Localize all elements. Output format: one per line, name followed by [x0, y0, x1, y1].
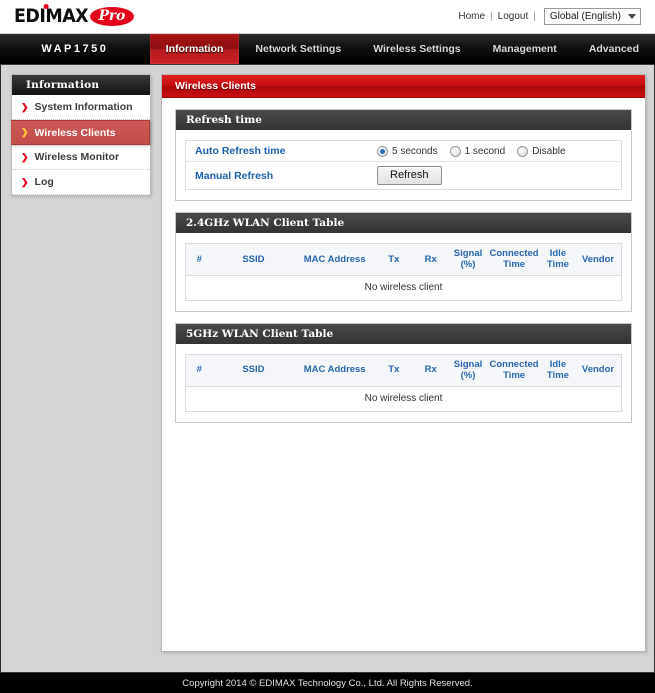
brand-wordmark: EDIMAX [14, 4, 89, 27]
nav-tab-management[interactable]: Management [477, 34, 573, 64]
auto-refresh-options-cell: 5 seconds 1 second Disable [368, 141, 622, 162]
sidebar-item-label: Wireless Monitor [34, 151, 120, 163]
sidebar-item-wireless-monitor[interactable]: ❯ Wireless Monitor [12, 145, 150, 170]
header-separator-2: | [533, 11, 536, 22]
chevron-down-icon [628, 14, 636, 19]
nav-tab-information[interactable]: Information [149, 34, 240, 64]
col-rx: Rx [412, 243, 449, 276]
refresh-time-section-body: Auto Refresh time 5 seconds 1 second Dis… [176, 130, 631, 200]
radio-label: Disable [532, 145, 566, 157]
col-idle-time: Idle Time [540, 243, 576, 276]
logout-link[interactable]: Logout [495, 11, 532, 22]
refresh-button[interactable]: Refresh [377, 166, 442, 185]
sidebar-item-wireless-clients[interactable]: ❯ Wireless Clients [11, 120, 150, 145]
nav-tab-wireless-settings[interactable]: Wireless Settings [357, 34, 476, 64]
refresh-time-section-title: Refresh time [176, 110, 631, 130]
col-signal-percent: Signal (%) [448, 243, 488, 276]
col-mac-address: MAC Address [294, 243, 376, 276]
sidebar-item-label: Log [34, 176, 54, 188]
copyright-text: Copyright 2014 © EDIMAX Technology Co., … [182, 677, 473, 689]
col-index: # [185, 243, 213, 276]
edimax-pro-logo: EDIMAX Pro [14, 4, 135, 29]
wlan-client-table-5ghz-section: 5GHz WLAN Client Table # SSID MAC Addres… [175, 322, 632, 423]
col-connected-time: Connected Time [487, 354, 541, 387]
chevron-right-icon: ❯ [21, 151, 29, 162]
home-link[interactable]: Home [455, 11, 488, 22]
col-connected-time: Connected Time [487, 243, 541, 276]
header-utility-links: Home | Logout | Global (English) [455, 8, 641, 25]
auto-refresh-row: Auto Refresh time 5 seconds 1 second Dis… [185, 141, 622, 162]
col-signal-percent: Signal (%) [448, 354, 488, 387]
device-model-label: WAP1750 [41, 43, 109, 55]
radio-1-second[interactable]: 1 second [449, 145, 506, 157]
table-header-row: # SSID MAC Address Tx Rx Signal (%) Conn… [185, 354, 622, 387]
table-header-row: # SSID MAC Address Tx Rx Signal (%) Conn… [185, 243, 622, 276]
main-content-panel: Wireless Clients Refresh time Auto Refre… [161, 74, 646, 652]
table-body: No wireless client [185, 386, 622, 412]
page-body: Information ❯ System Information ❯ Wirel… [0, 65, 655, 672]
radio-label: 1 second [464, 145, 506, 157]
radio-disable[interactable]: Disable [517, 145, 566, 157]
nav-tab-network-settings[interactable]: Network Settings [239, 34, 357, 64]
wlan-client-table-2-4ghz-body: # SSID MAC Address Tx Rx Signal (%) Conn… [176, 233, 631, 311]
col-mac-address: MAC Address [294, 354, 376, 387]
table-body: No wireless client [185, 275, 622, 301]
radio-dot-icon [517, 145, 529, 157]
table-header: # SSID MAC Address Tx Rx Signal (%) Conn… [185, 354, 622, 387]
table-row: No wireless client [185, 275, 622, 301]
col-tx: Tx [375, 354, 413, 387]
chevron-right-icon: ❯ [21, 176, 29, 187]
radio-dot-icon [377, 145, 388, 157]
wlan-client-table-2-4ghz-section: 2.4GHz WLAN Client Table # SSID MAC Addr… [175, 212, 632, 312]
sidebar-item-system-information[interactable]: ❯ System Information [12, 95, 150, 120]
language-select[interactable]: Global (English) [543, 8, 641, 25]
nav-tab-advanced[interactable]: Advanced [573, 34, 655, 64]
wlan-client-table-5ghz-title: 5GHz WLAN Client Table [176, 323, 631, 344]
radio-5-seconds[interactable]: 5 seconds [377, 145, 438, 157]
wlan-client-table-2-4ghz-title: 2.4GHz WLAN Client Table [176, 213, 631, 233]
col-vendor: Vendor [575, 354, 622, 387]
sidebar-item-label: Wireless Clients [34, 126, 116, 139]
app-window: EDIMAX Pro Home | Logout | Global (Engli… [0, 0, 655, 693]
table-row: No wireless client [185, 386, 622, 412]
sidebar-title: Information [12, 75, 150, 95]
brand-wordmark-text: EDIMAX [14, 5, 89, 27]
col-rx: Rx [412, 354, 449, 387]
col-ssid: SSID [212, 243, 295, 276]
chevron-right-icon: ❯ [21, 127, 29, 137]
brand-i-dot-icon [43, 4, 49, 9]
page-title: Wireless Clients [162, 75, 645, 98]
wlan-client-table-5ghz-body: # SSID MAC Address Tx Rx Signal (%) Conn… [176, 343, 631, 422]
col-tx: Tx [375, 243, 413, 276]
manual-refresh-label: Manual Refresh [195, 169, 274, 182]
top-header-bar: EDIMAX Pro Home | Logout | Global (Engli… [0, 0, 655, 34]
manual-refresh-button-cell: Refresh [368, 162, 622, 190]
col-vendor: Vendor [575, 243, 622, 276]
refresh-time-section: Refresh time Auto Refresh time 5 seconds [175, 109, 632, 201]
sidebar-item-label: System Information [34, 101, 133, 113]
col-ssid: SSID [212, 354, 295, 387]
header-separator-1: | [490, 11, 493, 22]
sidebar: Information ❯ System Information ❯ Wirel… [11, 74, 151, 196]
radio-label: 5 seconds [392, 145, 438, 157]
chevron-right-icon: ❯ [21, 101, 29, 112]
radio-dot-icon [449, 145, 461, 157]
empty-state-message: No wireless client [185, 386, 622, 412]
manual-refresh-row: Manual Refresh Refresh [186, 162, 622, 190]
col-idle-time: Idle Time [540, 354, 576, 387]
footer: Copyright 2014 © EDIMAX Technology Co., … [0, 672, 655, 693]
col-index: # [185, 354, 213, 387]
auto-refresh-radio-group: 5 seconds 1 second Disable [377, 145, 615, 157]
wlan-client-table-2-4ghz: # SSID MAC Address Tx Rx Signal (%) Conn… [185, 243, 622, 301]
main-navigation-bar: WAP1750 Information Network Settings Wir… [0, 34, 655, 65]
language-select-value: Global (English) [549, 11, 621, 22]
auto-refresh-label: Auto Refresh time [195, 145, 286, 157]
table-header: # SSID MAC Address Tx Rx Signal (%) Conn… [185, 243, 622, 276]
refresh-time-form: Auto Refresh time 5 seconds 1 second Dis… [185, 140, 622, 190]
brand-pro-badge: Pro [89, 6, 135, 27]
wlan-client-table-5ghz: # SSID MAC Address Tx Rx Signal (%) Conn… [185, 353, 622, 412]
empty-state-message: No wireless client [185, 275, 622, 301]
sidebar-item-log[interactable]: ❯ Log [12, 170, 150, 195]
